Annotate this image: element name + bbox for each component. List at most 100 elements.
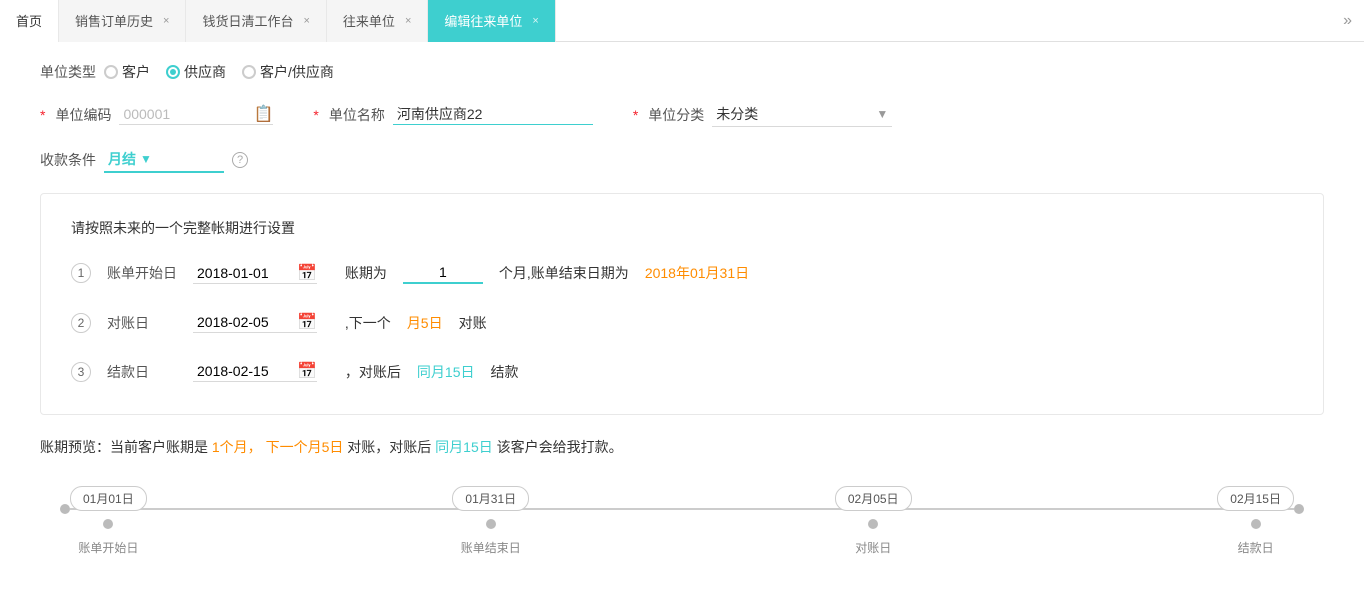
setting-row1-pre: 账期为 — [345, 263, 387, 283]
unit-code-input-wrapper: 📋 — [119, 104, 273, 125]
setting-num-2: 2 — [71, 313, 91, 333]
tab-sales-order-close[interactable]: × — [163, 15, 169, 27]
radio-both[interactable]: 客户/供应商 — [242, 62, 334, 82]
payment-condition-select[interactable]: 月结 ▼ — [104, 147, 224, 173]
timeline-label-3: 对账日 — [855, 539, 891, 556]
unit-type-label: 单位类型 — [40, 62, 96, 82]
unit-code-field: * 单位编码 📋 — [40, 104, 273, 125]
timeline-badge-3: 02月05日 — [835, 486, 912, 511]
payment-condition-arrow: ▼ — [140, 152, 152, 166]
setting-label-3: 结款日 — [107, 362, 177, 382]
setting-num-3: 3 — [71, 362, 91, 382]
unit-category-label: 单位分类 — [648, 105, 704, 125]
tab-partner[interactable]: 往来单位 × — [327, 0, 428, 42]
payment-condition-help-icon[interactable]: ? — [232, 152, 248, 168]
radio-customer-circle — [104, 65, 118, 79]
unit-code-input[interactable] — [119, 104, 249, 124]
setting-row-2: 2 对账日 📅 ,下一个 月5日 对账 — [71, 312, 1293, 333]
tab-home-label: 首页 — [16, 11, 42, 30]
unit-category-field: * 单位分类 未分类 ▼ — [633, 102, 892, 127]
setting-row3-pre: ，对账后 — [345, 362, 401, 382]
timeline-point-3: 02月05日 对账日 — [835, 486, 912, 556]
setting-date-3-input[interactable] — [193, 361, 293, 381]
timeline-point-4: 02月15日 结款日 — [1217, 486, 1294, 556]
setting-date-1-calendar[interactable]: 📅 — [297, 263, 317, 283]
tab-sales-order-label: 销售订单历史 — [75, 11, 153, 30]
setting-row-1: 1 账单开始日 📅 账期为 个月,账单结束日期为 2018年01月31日 — [71, 262, 1293, 284]
setting-row1-suffix: 个月,账单结束日期为 — [499, 263, 629, 283]
timeline-dot-4 — [1251, 519, 1261, 529]
preview-part2: 下一个月5日 — [266, 439, 344, 455]
timeline-section: 01月01日 账单开始日 01月31日 账单结束日 02月05日 对账日 02月… — [40, 476, 1324, 566]
tab-sales-order[interactable]: 销售订单历史 × — [59, 0, 186, 42]
setting-row3-suffix: 结款 — [491, 362, 519, 382]
unit-category-star: * — [633, 107, 638, 123]
setting-label-2: 对账日 — [107, 313, 177, 333]
setting-row3-highlight: 同月15日 — [417, 362, 475, 382]
period-input[interactable] — [403, 262, 483, 284]
payment-condition-row: 收款条件 月结 ▼ ? — [40, 147, 1324, 173]
radio-customer[interactable]: 客户 — [104, 62, 150, 82]
setting-num-1: 1 — [71, 263, 91, 283]
preview-part3: 同月15日 — [435, 439, 493, 455]
unit-code-copy-icon[interactable]: 📋 — [253, 104, 273, 124]
radio-both-circle — [242, 65, 256, 79]
tab-expand-icon[interactable]: » — [1331, 12, 1364, 30]
unit-name-field: * 单位名称 — [313, 104, 592, 125]
timeline-label-1: 账单开始日 — [78, 539, 138, 556]
setting-row-3: 3 结款日 📅 ，对账后 同月15日 结款 — [71, 361, 1293, 382]
setting-date-1-wrapper: 📅 — [193, 263, 317, 284]
unit-category-arrow: ▼ — [876, 107, 888, 121]
page-content: 单位类型 客户 供应商 客户/供应商 * 单位编码 — [0, 42, 1364, 608]
unit-category-select[interactable]: 未分类 ▼ — [712, 102, 892, 127]
preview-suffix: 该客户会给我打款。 — [497, 439, 623, 455]
timeline-end-dot — [1294, 504, 1304, 514]
settings-title: 请按照未来的一个完整帐期进行设置 — [71, 218, 1293, 238]
timeline-dot-3 — [868, 519, 878, 529]
timeline-badge-2: 01月31日 — [452, 486, 529, 511]
timeline-start-dot — [60, 504, 70, 514]
timeline-point-2: 01月31日 账单结束日 — [452, 486, 529, 556]
preview-part1: 1个月， — [212, 439, 262, 455]
setting-label-1: 账单开始日 — [107, 263, 177, 283]
tab-partner-close[interactable]: × — [405, 15, 411, 27]
timeline-dot-2 — [486, 519, 496, 529]
setting-date-2-calendar[interactable]: 📅 — [297, 312, 317, 332]
unit-name-star: * — [313, 107, 318, 123]
unit-code-star: * — [40, 107, 45, 123]
timeline-badge-1: 01月01日 — [70, 486, 147, 511]
tabs-bar: 首页 销售订单历史 × 钱货日清工作台 × 往来单位 × 编辑往来单位 × » — [0, 0, 1364, 42]
preview-middle: 对账，对账后 — [347, 439, 431, 455]
unit-name-label: 单位名称 — [329, 105, 385, 125]
timeline-points: 01月01日 账单开始日 01月31日 账单结束日 02月05日 对账日 02月… — [70, 486, 1294, 556]
unit-category-value: 未分类 — [716, 104, 758, 124]
tab-edit-partner-close[interactable]: × — [532, 15, 538, 27]
tab-cash-work-close[interactable]: × — [303, 15, 309, 27]
unit-type-radio-group: 客户 供应商 客户/供应商 — [104, 62, 334, 82]
timeline-label-2: 账单结束日 — [461, 539, 521, 556]
setting-row2-pre: ,下一个 — [345, 313, 391, 333]
setting-date-2-wrapper: 📅 — [193, 312, 317, 333]
setting-row2-highlight: 月5日 — [407, 313, 443, 333]
radio-both-label: 客户/供应商 — [260, 62, 334, 82]
radio-supplier-circle — [166, 65, 180, 79]
tab-partner-label: 往来单位 — [343, 11, 395, 30]
payment-condition-field: 收款条件 月结 ▼ ? — [40, 147, 248, 173]
setting-date-3-calendar[interactable]: 📅 — [297, 361, 317, 381]
unit-name-input[interactable] — [393, 104, 593, 125]
unit-type-row: 单位类型 客户 供应商 客户/供应商 — [40, 62, 1324, 82]
tab-cash-work[interactable]: 钱货日清工作台 × — [186, 0, 326, 42]
tab-cash-work-label: 钱货日清工作台 — [202, 11, 293, 30]
payment-condition-label: 收款条件 — [40, 150, 96, 170]
setting-date-2-input[interactable] — [193, 312, 293, 332]
tab-home[interactable]: 首页 — [0, 0, 59, 42]
timeline-point-1: 01月01日 账单开始日 — [70, 486, 147, 556]
unit-info-row: * 单位编码 📋 * 单位名称 * 单位分类 未分类 ▼ — [40, 102, 1324, 127]
tab-edit-partner[interactable]: 编辑往来单位 × — [428, 0, 555, 42]
radio-supplier[interactable]: 供应商 — [166, 62, 226, 82]
setting-date-3-wrapper: 📅 — [193, 361, 317, 382]
setting-date-1-input[interactable] — [193, 263, 293, 283]
payment-condition-value: 月结 — [108, 149, 136, 169]
setting-row2-suffix: 对账 — [459, 313, 487, 333]
setting-row1-end-date: 2018年01月31日 — [645, 263, 749, 283]
